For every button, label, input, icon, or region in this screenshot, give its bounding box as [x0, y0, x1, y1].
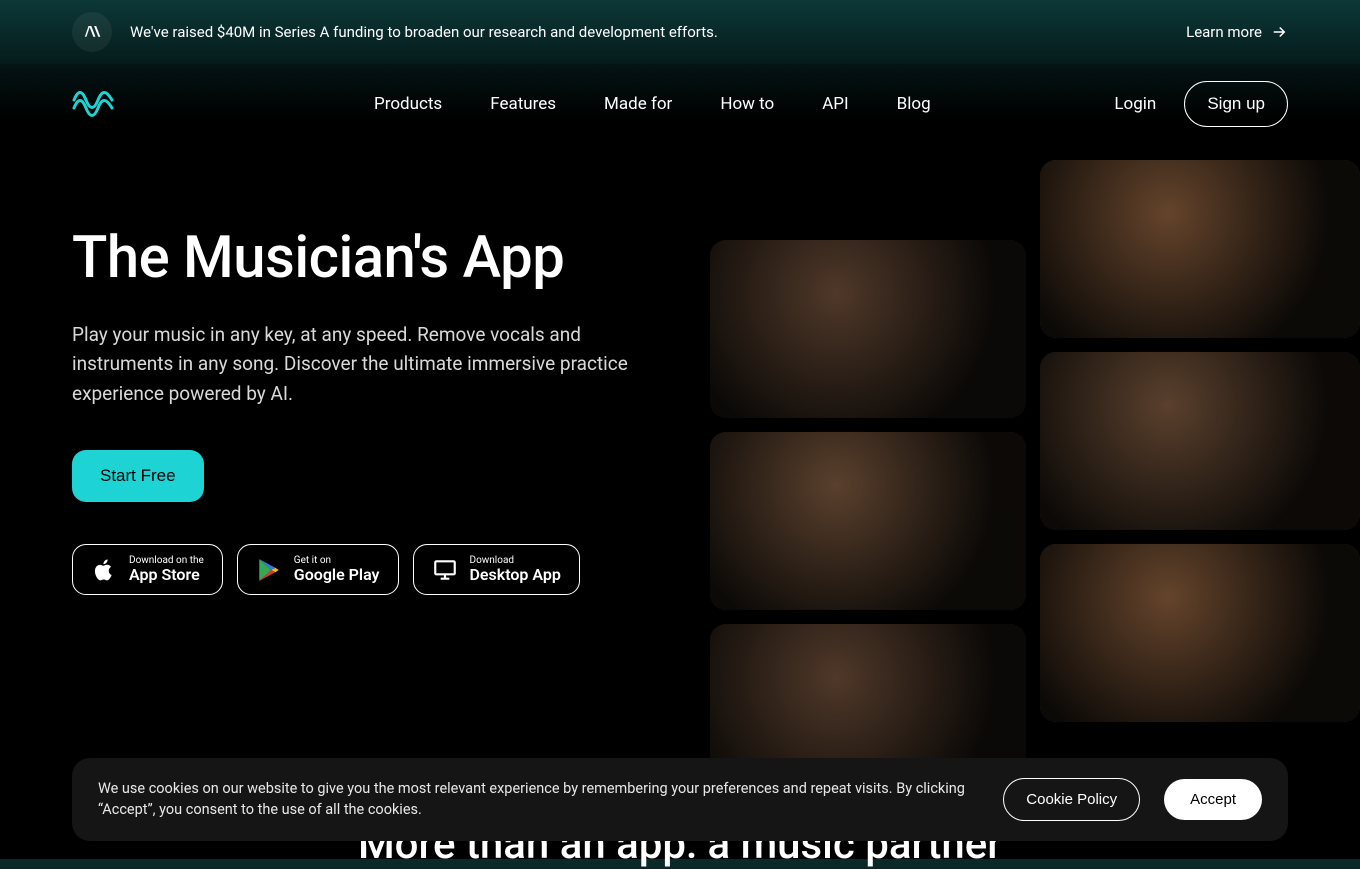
app-store-bottom: App Store: [129, 566, 204, 584]
cookie-accept-button[interactable]: Accept: [1164, 779, 1262, 820]
nav-blog[interactable]: Blog: [897, 94, 931, 114]
hero-text: The Musician's App Play your music in an…: [72, 224, 692, 595]
auth-actions: Login Sign up: [1114, 81, 1288, 127]
hero-image-tile: [710, 432, 1026, 610]
desktop-app-button[interactable]: Download Desktop App: [413, 544, 580, 595]
hero-image-tile: [1040, 352, 1360, 530]
site-header: Products Features Made for How to API Bl…: [0, 64, 1360, 144]
image-column-1: [710, 240, 1026, 802]
hero-image-grid: [710, 160, 1360, 760]
hero-subtitle: Play your music in any key, at any speed…: [72, 320, 632, 408]
nav-how-to[interactable]: How to: [720, 94, 774, 114]
main-nav: Products Features Made for How to API Bl…: [374, 94, 931, 114]
login-link[interactable]: Login: [1114, 94, 1156, 114]
image-column-2: [1040, 160, 1360, 722]
nav-features[interactable]: Features: [490, 94, 556, 114]
nav-api[interactable]: API: [822, 94, 848, 114]
learn-more-label: Learn more: [1186, 23, 1262, 41]
desktop-icon: [432, 557, 458, 583]
hero-image-tile: [1040, 544, 1360, 722]
start-free-button[interactable]: Start Free: [72, 450, 204, 502]
google-play-button[interactable]: Get it on Google Play: [237, 544, 399, 595]
announcement-logo-icon: /\\: [72, 12, 112, 52]
brand-logo-icon[interactable]: [72, 90, 114, 118]
announcement-text: We've raised $40M in Series A funding to…: [130, 23, 718, 41]
hero-image-tile: [710, 240, 1026, 418]
google-play-bottom: Google Play: [294, 566, 380, 584]
cookie-policy-button[interactable]: Cookie Policy: [1003, 778, 1140, 821]
google-play-labels: Get it on Google Play: [294, 555, 380, 584]
announcement-bar: /\\ We've raised $40M in Series A fundin…: [0, 0, 1360, 64]
app-store-labels: Download on the App Store: [129, 555, 204, 584]
desktop-app-labels: Download Desktop App: [470, 555, 561, 584]
apple-icon: [91, 557, 117, 583]
arrow-right-icon: [1270, 23, 1288, 41]
nav-made-for[interactable]: Made for: [604, 94, 672, 114]
cookie-banner: We use cookies on our website to give yo…: [72, 758, 1288, 842]
hero-image-tile: [1040, 160, 1360, 338]
download-buttons: Download on the App Store Get it on Goog…: [72, 544, 692, 595]
signup-button[interactable]: Sign up: [1184, 81, 1288, 127]
desktop-bottom: Desktop App: [470, 566, 561, 584]
hero-title: The Musician's App: [72, 224, 692, 292]
learn-more-link[interactable]: Learn more: [1186, 23, 1288, 41]
google-play-icon: [256, 557, 282, 583]
cookie-text: We use cookies on our website to give yo…: [98, 778, 979, 822]
announcement-left: /\\ We've raised $40M in Series A fundin…: [72, 12, 718, 52]
app-store-button[interactable]: Download on the App Store: [72, 544, 223, 595]
nav-products[interactable]: Products: [374, 94, 442, 114]
